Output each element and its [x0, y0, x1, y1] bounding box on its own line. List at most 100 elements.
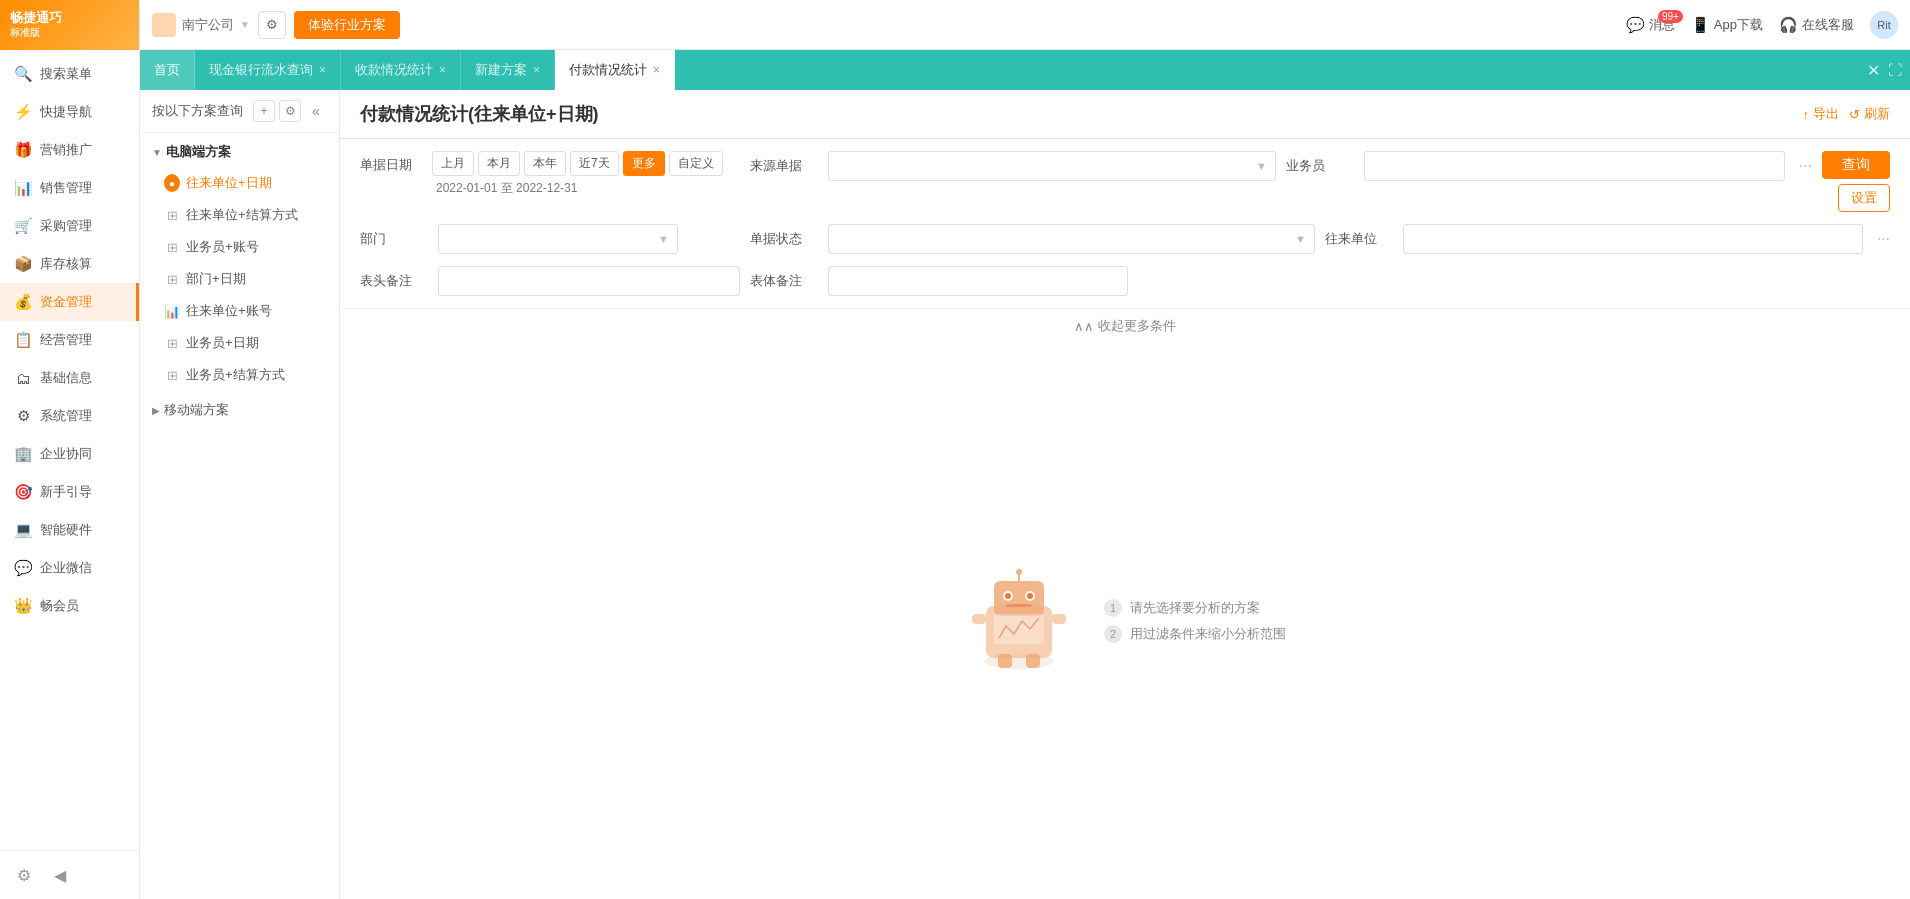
dept-select[interactable]: ▼	[438, 224, 678, 254]
tab-close-all-icon[interactable]: ✕	[1867, 61, 1880, 80]
date-range-display: 2022-01-01 至 2022-12-31	[436, 180, 723, 197]
messages-badge: 99+	[1658, 10, 1683, 23]
empty-state: 1 请先选择要分析的方案 2 用过滤条件来缩小分析范围	[340, 343, 1910, 899]
messages-btn[interactable]: 💬 消息 99+	[1626, 16, 1675, 34]
tab-spacer	[675, 50, 1859, 90]
sidebar-item-operation[interactable]: 📋 经营管理	[0, 321, 139, 359]
page-header: 付款情况统计(往来单位+日期) ↑ 导出 ↺ 刷新	[340, 90, 1910, 139]
sidebar-collapse-btn[interactable]: ◀	[46, 861, 74, 889]
settings-small-button[interactable]: 设置	[1838, 184, 1890, 212]
app-download-btn[interactable]: 📱 App下载	[1691, 16, 1763, 34]
tab-home-label: 首页	[154, 61, 180, 79]
plan-item-icon3: ⊞	[164, 271, 180, 287]
plan-item-staff-account[interactable]: ⊞ 业务员+账号	[140, 231, 339, 263]
sidebar-item-purchase[interactable]: 🛒 采购管理	[0, 207, 139, 245]
sidebar-item-vip[interactable]: 👑 畅会员	[0, 587, 139, 625]
body-note-input[interactable]	[828, 266, 1128, 296]
collapse-left-panel-btn[interactable]: «	[305, 100, 327, 122]
plan-item-unit-settle[interactable]: ⊞ 往来单位+结算方式	[140, 199, 339, 231]
topbar: 南宁公司 ▼ ⚙ 体验行业方案 💬 消息 99+ 📱 App下载 🎧 在线客服 …	[140, 0, 1910, 50]
export-button[interactable]: ↑ 导出	[1803, 105, 1840, 123]
industry-btn[interactable]: 体验行业方案	[294, 11, 400, 39]
empty-tip-2: 2 用过滤条件来缩小分析范围	[1104, 625, 1286, 643]
svg-rect-14	[994, 614, 1044, 644]
user-avatar: Rit	[1870, 11, 1898, 39]
left-panel-actions: + ⚙ «	[253, 100, 327, 122]
svg-rect-2	[994, 581, 1044, 616]
unit-input[interactable]	[1403, 224, 1863, 254]
manage-plan-btn[interactable]: ⚙	[279, 100, 301, 122]
plan-item-dept-date-label: 部门+日期	[186, 270, 246, 288]
sidebar-item-guide[interactable]: 🎯 新手引导	[0, 473, 139, 511]
online-service-label: 在线客服	[1802, 16, 1854, 34]
sidebar-item-wechat[interactable]: 💬 企业微信	[0, 549, 139, 587]
tab-receipt-stat[interactable]: 收款情况统计 ×	[341, 50, 461, 90]
sidebar-item-label: 智能硬件	[40, 521, 92, 539]
staff-ellipsis-btn[interactable]: ···	[1799, 157, 1812, 175]
query-button[interactable]: 查询	[1822, 151, 1890, 179]
plan-item-unit-settle-label: 往来单位+结算方式	[186, 206, 298, 224]
tab-bank-flow-close[interactable]: ×	[319, 64, 326, 76]
tab-payment-stat-close[interactable]: ×	[653, 64, 660, 76]
tab-payment-stat[interactable]: 付款情况统计 ×	[555, 50, 675, 90]
add-plan-btn[interactable]: +	[253, 100, 275, 122]
unit-ellipsis-btn[interactable]: ···	[1877, 230, 1890, 248]
dropdown-icon[interactable]: ▼	[240, 19, 250, 30]
tab-maximize-icon[interactable]: ⛶	[1888, 62, 1902, 78]
sidebar-settings-btn[interactable]: ⚙	[10, 861, 38, 889]
sidebar-item-sales[interactable]: 📊 销售管理	[0, 169, 139, 207]
plan-item-active-icon: ●	[164, 175, 180, 191]
search-menu-icon: 🔍	[14, 65, 32, 83]
plan-item-icon6: ⊞	[164, 367, 180, 383]
plan-item-staff-settle-label: 业务员+结算方式	[186, 366, 285, 384]
sidebar-item-label: 新手引导	[40, 483, 92, 501]
sidebar-item-hardware[interactable]: 💻 智能硬件	[0, 511, 139, 549]
company-name: 南宁公司	[182, 16, 234, 34]
empty-state-illustration	[964, 566, 1074, 676]
content-area: 按以下方案查询 + ⚙ « ▼ 电脑端方案 ● 往来单位+日期	[140, 90, 1910, 899]
date-btn-custom[interactable]: 自定义	[669, 151, 723, 176]
tab-receipt-stat-close[interactable]: ×	[439, 64, 446, 76]
sidebar-item-search-menu[interactable]: 🔍 搜索菜单	[0, 55, 139, 93]
topbar-settings-button[interactable]: ⚙	[258, 11, 286, 39]
tab-bank-flow[interactable]: 现金银行流水查询 ×	[195, 50, 341, 90]
tab-home[interactable]: 首页	[140, 50, 195, 90]
receipt-status-select[interactable]: ▼	[828, 224, 1315, 254]
tip-num-1: 1	[1104, 599, 1122, 617]
plan-item-dept-date[interactable]: ⊞ 部门+日期	[140, 263, 339, 295]
collapse-more-button[interactable]: ∧∧ 收起更多条件	[1074, 317, 1176, 335]
sidebar-item-basic-info[interactable]: 🗂 基础信息	[0, 359, 139, 397]
tab-new-plan[interactable]: 新建方案 ×	[461, 50, 555, 90]
user-profile-btn[interactable]: Rit	[1870, 11, 1898, 39]
plan-item-unit-account[interactable]: 📊 往来单位+账号	[140, 295, 339, 327]
sidebar-item-system[interactable]: ⚙ 系统管理	[0, 397, 139, 435]
date-btn-this-year[interactable]: 本年	[524, 151, 566, 176]
sidebar-item-marketing[interactable]: 🎁 营销推广	[0, 131, 139, 169]
date-btn-this-month[interactable]: 本月	[478, 151, 520, 176]
online-service-btn[interactable]: 🎧 在线客服	[1779, 16, 1854, 34]
main-area: 南宁公司 ▼ ⚙ 体验行业方案 💬 消息 99+ 📱 App下载 🎧 在线客服 …	[140, 0, 1910, 899]
refresh-button[interactable]: ↺ 刷新	[1849, 105, 1890, 123]
mobile-group[interactable]: ▶ 移动端方案	[140, 395, 339, 425]
source-select[interactable]: ▼	[828, 151, 1276, 181]
sidebar-item-company[interactable]: 🏢 企业协同	[0, 435, 139, 473]
sidebar-item-label: 系统管理	[40, 407, 92, 425]
sidebar-item-label: 企业协同	[40, 445, 92, 463]
tab-new-plan-close[interactable]: ×	[533, 64, 540, 76]
svg-rect-10	[972, 614, 986, 624]
date-btn-7days[interactable]: 近7天	[570, 151, 619, 176]
plan-item-staff-settle[interactable]: ⊞ 业务员+结算方式	[140, 359, 339, 391]
staff-input[interactable]	[1364, 151, 1785, 181]
plan-item-staff-date[interactable]: ⊞ 业务员+日期	[140, 327, 339, 359]
receipt-status-label: 单据状态	[750, 230, 822, 248]
date-btn-last-month[interactable]: 上月	[432, 151, 474, 176]
topbar-right: 💬 消息 99+ 📱 App下载 🎧 在线客服 Rit	[1626, 11, 1898, 39]
sidebar-nav: 🔍 搜索菜单 ⚡ 快捷导航 🎁 营销推广 📊 销售管理 🛒 采购管理 📦 库存核…	[0, 50, 139, 850]
sidebar-item-quick-nav[interactable]: ⚡ 快捷导航	[0, 93, 139, 131]
date-btn-more[interactable]: 更多	[623, 151, 665, 176]
plan-item-unit-date[interactable]: ● 往来单位+日期	[140, 167, 339, 199]
sidebar-item-inventory[interactable]: 📦 库存核算	[0, 245, 139, 283]
header-note-input[interactable]	[438, 266, 740, 296]
sidebar-item-capital[interactable]: 💰 资金管理	[0, 283, 139, 321]
plan-group-desktop-title[interactable]: ▼ 电脑端方案	[140, 137, 339, 167]
